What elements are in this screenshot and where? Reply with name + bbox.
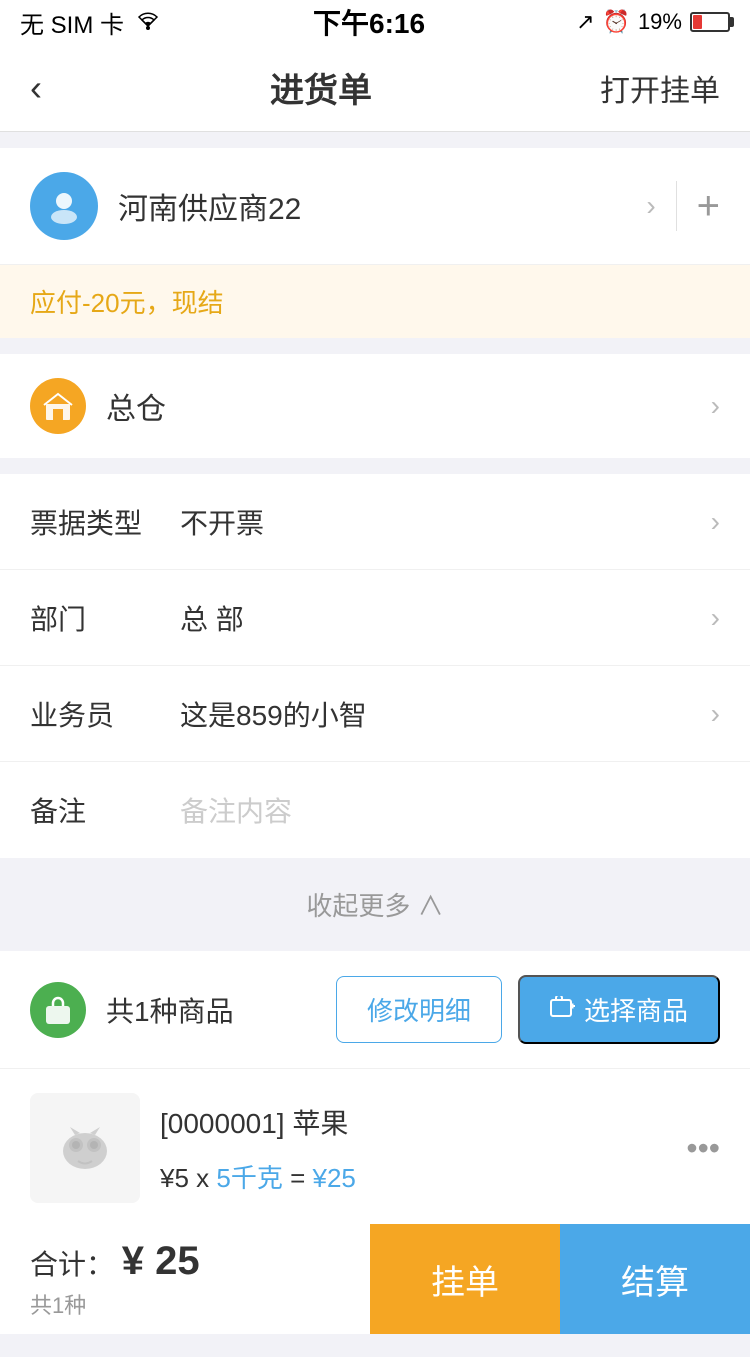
select-product-button[interactable]: 选择商品 [518,975,720,1044]
select-product-icon [550,994,576,1025]
department-value: 总 部 [160,598,711,638]
total-row: 合计： ¥ 25 [30,1239,340,1284]
status-bar: 无 SIM 卡 下午6:16 ↗ ⏰ 19% [0,0,750,44]
notice-bar: 应付-20元，现结 [0,265,750,338]
back-button[interactable]: ‹ [30,67,42,109]
location-icon: ↗ [576,9,594,35]
supplier-row[interactable]: 河南供应商22 › + [0,148,750,265]
checkout-button[interactable]: 结算 [560,1224,750,1334]
ticket-type-value: 不开票 [160,502,711,542]
select-product-label: 选择商品 [584,991,688,1028]
hang-label: 挂单 [431,1255,499,1304]
status-right: ↗ ⏰ 19% [576,9,730,35]
unit-price: ¥5 x [160,1163,216,1193]
salesperson-chevron-icon: › [711,698,720,730]
warehouse-name: 总仓 [106,384,711,428]
department-label: 部门 [30,598,160,638]
ticket-type-label: 票据类型 [30,502,160,542]
ticket-type-row[interactable]: 票据类型 不开票 › [0,474,750,570]
supplier-chevron-icon: › [646,190,655,222]
status-time: 下午6:16 [313,2,425,42]
salesperson-value: 这是859的小智 [160,694,711,734]
notice-text: 应付-20元，现结 [30,288,224,318]
product-price: ¥5 x 5千克 = ¥25 [160,1158,686,1195]
total-amount: ¥ 25 [122,1239,200,1283]
edit-detail-button[interactable]: 修改明细 [336,976,502,1043]
department-row[interactable]: 部门 总 部 › [0,570,750,666]
line-total: ¥25 [313,1163,356,1193]
warehouse-card[interactable]: 总仓 › [0,354,750,458]
product-header: 共1种商品 修改明细 选择商品 [0,951,750,1069]
quantity: 5千克 [216,1163,282,1193]
more-options-button[interactable]: ••• [686,1130,720,1167]
warehouse-chevron-icon: › [711,390,720,422]
collapse-row[interactable]: 收起更多 ∧ [0,858,750,951]
remark-input[interactable]: 备注内容 [160,790,720,830]
nav-bar: ‹ 进货单 打开挂单 [0,44,750,132]
checkout-label: 结算 [621,1255,689,1304]
remark-row[interactable]: 备注 备注内容 [0,762,750,858]
battery-icon [690,12,730,32]
wifi-icon [134,8,162,37]
product-bag-icon [30,982,86,1038]
product-item: [0000001] 苹果 ¥5 x 5千克 = ¥25 ••• [0,1069,750,1227]
product-thumbnail [30,1093,140,1203]
carrier-text: 无 SIM 卡 [20,5,124,40]
supplier-card: 河南供应商22 › + 应付-20元，现结 [0,148,750,338]
hang-button[interactable]: 挂单 [370,1224,560,1334]
warehouse-icon [30,378,86,434]
products-card: 共1种商品 修改明细 选择商品 [0,951,750,1227]
total-count: 共1种 [30,1288,340,1320]
remark-label: 备注 [30,790,160,830]
battery-percent: 19% [638,9,682,35]
content: 河南供应商22 › + 应付-20元，现结 总仓 › 票据类型 不开票 › 部门 [0,148,750,1357]
total-section: 合计： ¥ 25 共1种 [0,1239,370,1320]
salesperson-row[interactable]: 业务员 这是859的小智 › [0,666,750,762]
status-left: 无 SIM 卡 [20,5,162,40]
product-title: 苹果 [292,1108,348,1139]
ticket-type-chevron-icon: › [711,506,720,538]
product-count: 共1种商品 [106,990,336,1030]
salesperson-label: 业务员 [30,694,160,734]
total-label: 合计： [30,1249,114,1280]
department-chevron-icon: › [711,602,720,634]
divider [676,181,677,231]
product-code: [0000001] [160,1108,292,1139]
supplier-name: 河南供应商22 [118,184,646,228]
page-title: 进货单 [270,63,372,112]
bottom-bar: 合计： ¥ 25 共1种 挂单 结算 [0,1224,750,1334]
form-card: 票据类型 不开票 › 部门 总 部 › 业务员 这是859的小智 › 备注 备注… [0,474,750,858]
product-name: [0000001] 苹果 [160,1102,686,1142]
open-hang-button[interactable]: 打开挂单 [600,66,720,110]
product-info: [0000001] 苹果 ¥5 x 5千克 = ¥25 [160,1102,686,1195]
add-button[interactable]: + [697,184,720,229]
equals: = [290,1163,312,1193]
collapse-label: 收起更多 ∧ [306,886,443,923]
alarm-icon: ⏰ [603,9,630,35]
supplier-avatar [30,172,98,240]
